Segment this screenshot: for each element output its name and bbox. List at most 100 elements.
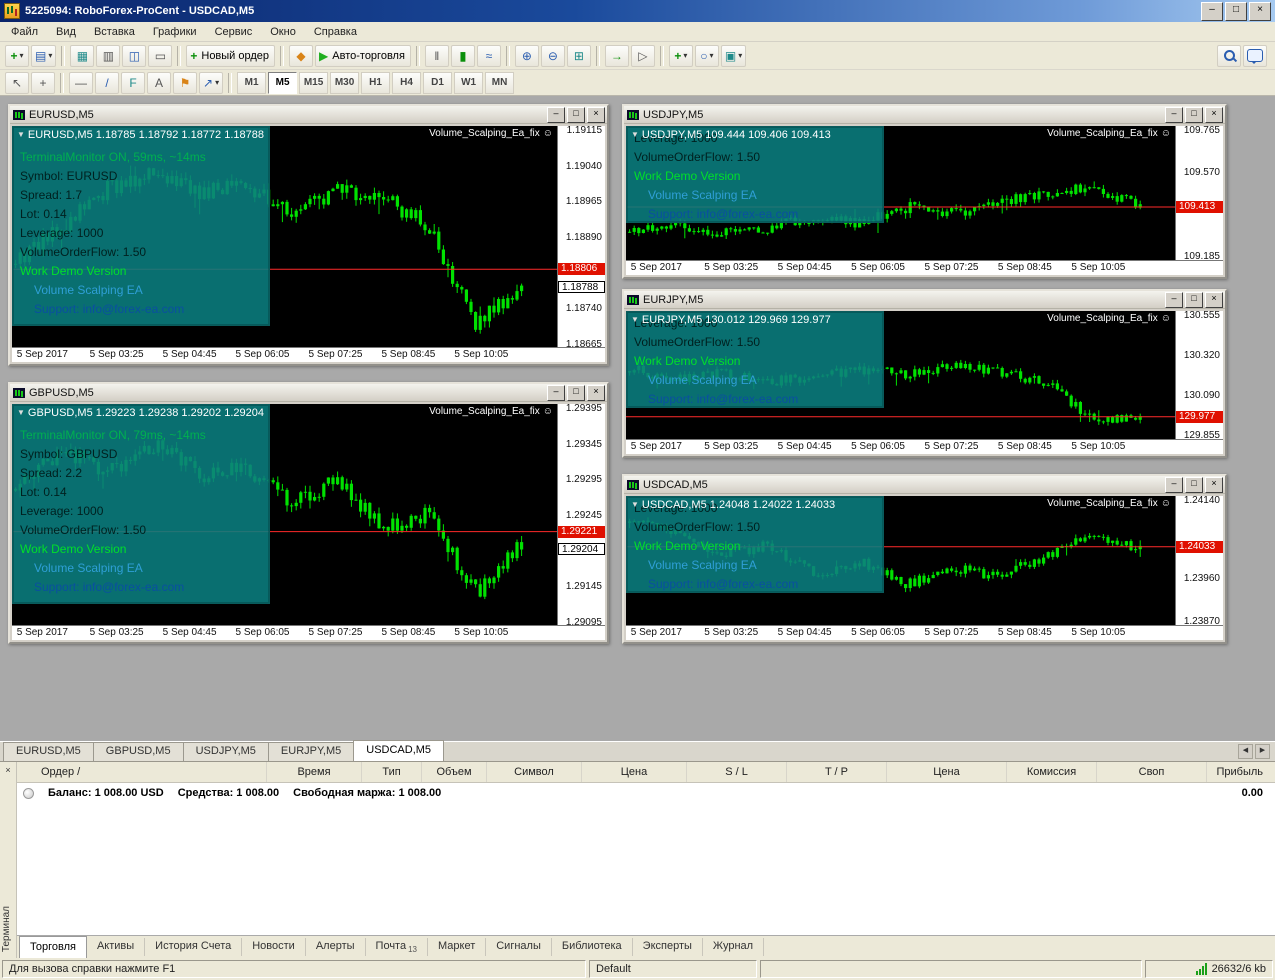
bar-chart-button[interactable]: ‖ — [424, 44, 449, 67]
terminal-column-header[interactable]: S / L — [687, 762, 787, 782]
chart-tab[interactable]: EURUSD,M5 — [3, 742, 94, 761]
candlestick-chart-button[interactable]: ▮ — [450, 44, 475, 67]
metaeditor-button[interactable]: ◆ — [289, 44, 314, 67]
chart-restore-button[interactable]: □ — [1185, 291, 1203, 308]
menu-item[interactable]: Справка — [305, 24, 366, 40]
restore-button[interactable]: □ — [1225, 1, 1247, 21]
terminal-column-header[interactable]: Цена — [887, 762, 1007, 782]
chart-minimize-button[interactable]: – — [547, 384, 565, 401]
chart-window-titlebar[interactable]: EURUSD,M5 – □ × — [10, 106, 607, 124]
market-watch-button[interactable]: ▦ — [70, 44, 95, 67]
terminal-tab[interactable]: Алерты — [306, 938, 366, 956]
zoom-out-button[interactable]: ⊖ — [540, 44, 565, 67]
line-chart-button[interactable]: ≈ — [476, 44, 501, 67]
chart-minimize-button[interactable]: – — [1165, 291, 1183, 308]
menu-item[interactable]: Графики — [144, 24, 206, 40]
price-scale[interactable]: 1.19115 1.19040 1.18965 1.18890 1.18740 1.186… — [557, 125, 605, 350]
chart-window-titlebar[interactable]: USDCAD,M5 – □ × — [624, 476, 1225, 494]
timeframe-button-mn[interactable]: MN — [485, 71, 515, 94]
terminal-tab[interactable]: История Счета — [145, 938, 243, 956]
text-button[interactable]: A — [147, 71, 171, 94]
chart-close-button[interactable]: × — [1205, 106, 1223, 123]
terminal-column-header[interactable]: Своп — [1097, 762, 1207, 782]
time-axis[interactable]: 5 Sep 2017 5 Sep 03:25 5 Sep 04:45 5 Sep 06… — [12, 625, 605, 640]
arrows-button[interactable]: ↗ ▾ — [199, 71, 224, 94]
chart-plot-area[interactable]: Leverage: 1000 VolumeOrderFlow: 1.50 Work … — [626, 126, 1175, 261]
timeframe-button-m30[interactable]: M30 — [330, 71, 360, 94]
chart-tab[interactable]: GBPUSD,M5 — [92, 742, 184, 761]
time-axis[interactable]: 5 Sep 2017 5 Sep 03:25 5 Sep 04:45 5 Sep 06… — [626, 625, 1223, 640]
terminal-tab[interactable]: Сигналы — [486, 938, 552, 956]
terminal-tab[interactable]: Активы — [87, 938, 146, 956]
tab-scroll-left-icon[interactable]: ◀ — [1238, 744, 1253, 759]
menu-item[interactable]: Окно — [261, 24, 305, 40]
terminal-column-header[interactable]: Ордер / — [17, 762, 267, 782]
terminal-column-header[interactable]: Символ — [487, 762, 582, 782]
terminal-column-header[interactable]: Время — [267, 762, 362, 782]
autotrading-button[interactable]: ▶ Авто-торговля — [315, 44, 411, 67]
chart-restore-button[interactable]: □ — [567, 384, 585, 401]
timeframe-button-d1[interactable]: D1 — [423, 71, 453, 94]
auto-scroll-button[interactable]: → — [604, 44, 629, 67]
crosshair-button[interactable]: + — [31, 71, 55, 94]
data-window-button[interactable]: ▥ — [96, 44, 121, 67]
new-chart-button[interactable]: + ▾ — [5, 44, 29, 67]
chart-shift-button[interactable]: ▷ — [630, 44, 655, 67]
templates-button[interactable]: ▣ ▾ — [720, 44, 747, 67]
new-order-button[interactable]: + Новый ордер — [186, 44, 276, 67]
chart-minimize-button[interactable]: – — [547, 106, 565, 123]
terminal-column-header[interactable]: T / P — [787, 762, 887, 782]
terminal-column-header[interactable]: Цена — [582, 762, 687, 782]
chart-tab[interactable]: USDJPY,M5 — [182, 742, 269, 761]
minimize-button[interactable]: – — [1201, 1, 1223, 21]
timeframe-button-m15[interactable]: M15 — [299, 71, 329, 94]
terminal-toggle-button[interactable]: ▭ — [148, 44, 173, 67]
timeframe-button-h4[interactable]: H4 — [392, 71, 422, 94]
terminal-close-icon[interactable]: × — [2, 765, 14, 777]
terminal-tab[interactable]: Почта 13 — [366, 938, 428, 956]
trendline-button[interactable]: / — [95, 71, 119, 94]
terminal-column-header[interactable]: Комиссия — [1007, 762, 1097, 782]
chart-minimize-button[interactable]: – — [1165, 476, 1183, 493]
text-label-button[interactable]: ⚑ — [173, 71, 197, 94]
menu-item[interactable]: Файл — [2, 24, 47, 40]
chart-window-titlebar[interactable]: USDJPY,M5 – □ × — [624, 106, 1225, 124]
navigator-button[interactable]: ◫ — [122, 44, 147, 67]
profiles-button[interactable]: ▤ ▾ — [31, 44, 57, 67]
chart-close-button[interactable]: × — [1205, 291, 1223, 308]
ea-smiley-icon[interactable]: ☺ — [543, 406, 553, 417]
chart-restore-button[interactable]: □ — [567, 106, 585, 123]
horizontal-line-button[interactable]: — — [69, 71, 93, 94]
terminal-tab[interactable]: Библиотека — [552, 938, 633, 956]
chart-close-button[interactable]: × — [587, 106, 605, 123]
price-scale[interactable]: 109.765 109.570 109.185 109.413 — [1175, 125, 1223, 262]
zoom-in-button[interactable]: ⊕ — [514, 44, 539, 67]
chart-window-titlebar[interactable]: GBPUSD,M5 – □ × — [10, 384, 607, 402]
terminal-tab[interactable]: Маркет — [428, 938, 487, 956]
timeframe-button-h1[interactable]: H1 — [361, 71, 391, 94]
periods-button[interactable]: ○ ▾ — [694, 44, 719, 67]
time-axis[interactable]: 5 Sep 2017 5 Sep 03:25 5 Sep 04:45 5 Sep 06… — [12, 347, 605, 362]
time-axis[interactable]: 5 Sep 2017 5 Sep 03:25 5 Sep 04:45 5 Sep 06… — [626, 260, 1223, 275]
menu-item[interactable]: Сервис — [206, 24, 262, 40]
chart-plot-area[interactable]: TerminalMonitor ON, 59ms, ~14ms Symbol: E… — [12, 126, 557, 348]
chart-close-button[interactable]: × — [587, 384, 605, 401]
chart-restore-button[interactable]: □ — [1185, 106, 1203, 123]
tile-windows-button[interactable]: ⊞ — [566, 44, 591, 67]
ea-smiley-icon[interactable]: ☺ — [543, 128, 553, 139]
chart-plot-area[interactable]: TerminalMonitor ON, 79ms, ~14ms Symbol: G… — [12, 404, 557, 626]
price-scale[interactable]: 1.29395 1.29345 1.29295 1.29245 1.29145 1.290… — [557, 403, 605, 628]
timeframe-button-m1[interactable]: M1 — [237, 71, 267, 94]
terminal-tab[interactable]: Новости — [242, 938, 306, 956]
terminal-column-header[interactable]: Тип — [362, 762, 422, 782]
tab-scroll-right-icon[interactable]: ▶ — [1255, 744, 1270, 759]
terminal-column-header[interactable]: Объем — [422, 762, 487, 782]
cursor-button[interactable]: ↖ — [5, 71, 29, 94]
close-button[interactable]: × — [1249, 1, 1271, 21]
price-scale[interactable]: 1.24140 1.23960 1.23870 1.24033 — [1175, 495, 1223, 627]
chart-restore-button[interactable]: □ — [1185, 476, 1203, 493]
fibonacci-button[interactable]: F — [121, 71, 145, 94]
terminal-tab[interactable]: Эксперты — [633, 938, 703, 956]
indicators-button[interactable]: + ▾ — [668, 44, 693, 67]
chat-button[interactable] — [1243, 44, 1267, 67]
